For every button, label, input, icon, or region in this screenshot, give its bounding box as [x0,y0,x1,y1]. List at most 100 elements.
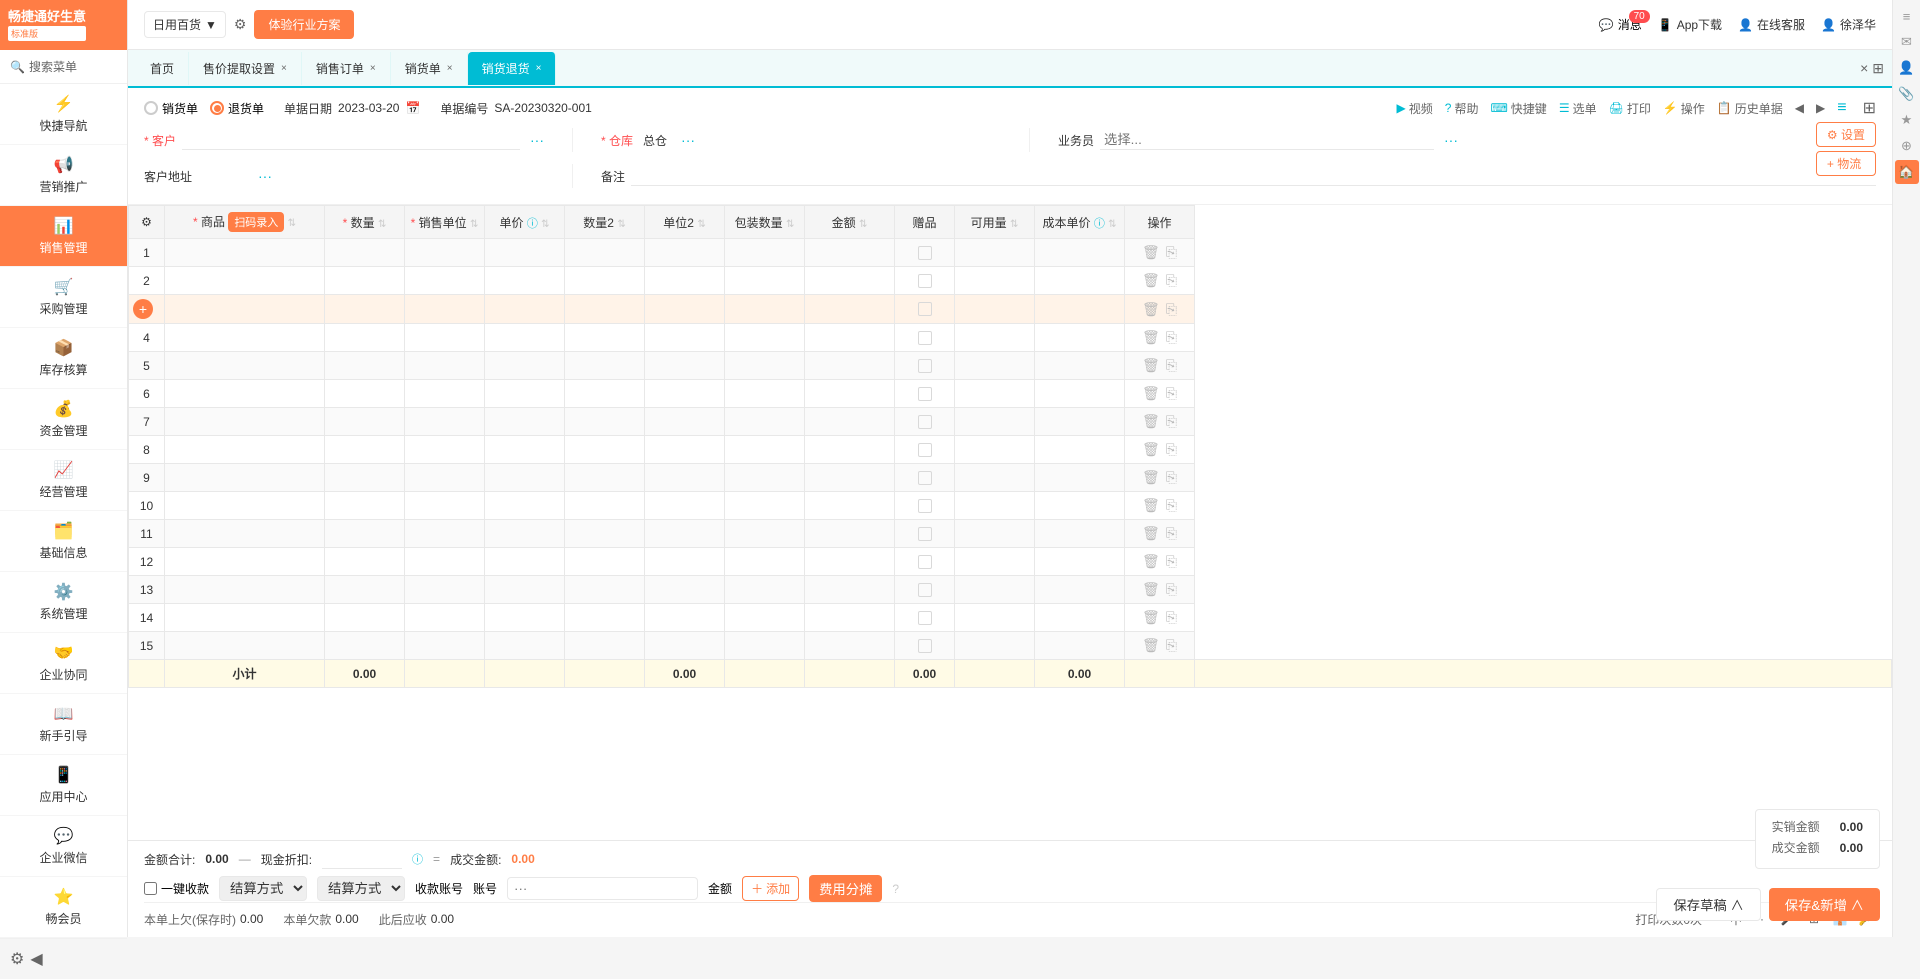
cell-price-10[interactable] [485,492,565,520]
cell-cost-2[interactable] [1035,267,1125,295]
add-row-btn[interactable]: + [133,299,153,319]
cell-price-7[interactable] [485,408,565,436]
gift-checkbox-9[interactable] [918,471,932,485]
cell-unit-8[interactable] [405,436,485,464]
cell-product-10[interactable] [165,492,325,520]
price-info-icon[interactable]: ⓘ [527,218,538,230]
cell-cost-8[interactable] [1035,436,1125,464]
cell-gift-1[interactable] [895,239,955,267]
cell-amount-7[interactable] [805,408,895,436]
cell-avail-8[interactable] [955,436,1035,464]
sidebar-item-yingxiao[interactable]: 📢 营销推广 [0,145,127,206]
delete-row-icon-5[interactable]: 🗑 [1142,357,1160,374]
cell-price-14[interactable] [485,604,565,632]
cell-qty-14[interactable] [325,604,405,632]
cell-cost-3[interactable] [1035,295,1125,324]
delete-row-icon-10[interactable]: 🗑 [1142,497,1160,514]
cell-amount-2[interactable] [805,267,895,295]
cell-unit-9[interactable] [405,464,485,492]
delete-row-icon-9[interactable]: 🗑 [1142,469,1160,486]
cell-amount-9[interactable] [805,464,895,492]
cell-pkg-9[interactable] [725,464,805,492]
cell-avail-7[interactable] [955,408,1035,436]
cell-unit-15[interactable] [405,632,485,660]
save-new-btn[interactable]: 保存&新增 ∧ [1769,888,1880,921]
avail-sort-icon[interactable]: ⇅ [1010,219,1018,230]
delete-row-icon-4[interactable]: 🗑 [1142,329,1160,346]
action-shortcut[interactable]: ⌨ 快捷键 [1490,100,1546,117]
cell-qty-15[interactable] [325,632,405,660]
cell-avail-2[interactable] [955,267,1035,295]
cost-info-icon[interactable]: ⓘ [1094,218,1105,230]
cell-cost-5[interactable] [1035,352,1125,380]
action-history[interactable]: 📋 历史单据 [1717,100,1783,117]
gift-checkbox-6[interactable] [918,387,932,401]
cell-price-9[interactable] [485,464,565,492]
cell-qty2-2[interactable] [565,267,645,295]
cell-product-14[interactable] [165,604,325,632]
gift-checkbox-11[interactable] [918,527,932,541]
gift-checkbox-14[interactable] [918,611,932,625]
experience-btn[interactable]: 体验行业方案 [254,10,354,39]
cell-unit-3[interactable] [405,295,485,324]
tab-sales-return[interactable]: 销货退货 × [468,52,557,85]
cell-gift-7[interactable] [895,408,955,436]
action-operate[interactable]: ⚡ 操作 [1663,100,1705,117]
cell-gift-5[interactable] [895,352,955,380]
cell-avail-5[interactable] [955,352,1035,380]
cell-qty2-11[interactable] [565,520,645,548]
close-all-tabs-icon[interactable]: × [1860,60,1868,76]
cell-gift-9[interactable] [895,464,955,492]
calendar-icon[interactable]: 📅 [405,101,420,115]
copy-row-icon-7[interactable]: ⎘ [1166,413,1177,430]
tab-price-close-icon[interactable]: × [281,63,287,74]
cell-pkg-14[interactable] [725,604,805,632]
cell-price-5[interactable] [485,352,565,380]
online-service-link[interactable]: 👤 在线客服 [1738,16,1805,33]
cell-cost-11[interactable] [1035,520,1125,548]
cell-amount-12[interactable] [805,548,895,576]
tab-sales-order[interactable]: 销售订单 × [302,52,391,85]
cell-unit-14[interactable] [405,604,485,632]
staff-select-icon[interactable]: ··· [1444,132,1458,148]
cell-qty-3[interactable] [325,295,405,324]
action-select[interactable]: ☰ 选单 [1559,100,1597,117]
gift-checkbox-12[interactable] [918,555,932,569]
radio-delivery[interactable]: 销货单 [144,100,198,117]
gift-checkbox-3[interactable] [918,302,932,316]
cell-unit2-15[interactable] [645,632,725,660]
cell-qty-10[interactable] [325,492,405,520]
cell-pkg-8[interactable] [725,436,805,464]
cell-unit2-4[interactable] [645,324,725,352]
cell-product-4[interactable] [165,324,325,352]
cell-unit2-6[interactable] [645,380,725,408]
cell-amount-8[interactable] [805,436,895,464]
cell-qty2-15[interactable] [565,632,645,660]
cell-qty-12[interactable] [325,548,405,576]
cell-qty2-14[interactable] [565,604,645,632]
cell-pkg-5[interactable] [725,352,805,380]
cell-gift-3[interactable] [895,295,955,324]
cell-product-11[interactable] [165,520,325,548]
sidebar-item-xitong[interactable]: ⚙️ 系统管理 [0,572,127,633]
cell-product-6[interactable] [165,380,325,408]
copy-row-icon-1[interactable]: ⎘ [1166,244,1177,261]
unit2-sort-icon[interactable]: ⇅ [697,219,705,230]
cell-pkg-11[interactable] [725,520,805,548]
right-icon-7[interactable]: 🏠 [1895,160,1919,184]
sidebar-item-caigou[interactable]: 🛒 采购管理 [0,267,127,328]
cell-product-3[interactable] [165,295,325,324]
cell-qty2-5[interactable] [565,352,645,380]
amount-sort-icon[interactable]: ⇅ [859,219,867,230]
cell-pkg-15[interactable] [725,632,805,660]
cell-unit2-7[interactable] [645,408,725,436]
delete-row-icon-14[interactable]: 🗑 [1142,609,1160,626]
delete-row-icon-2[interactable]: 🗑 [1142,272,1160,289]
right-icon-5[interactable]: ★ [1895,108,1919,132]
cell-unit-11[interactable] [405,520,485,548]
product-input-3[interactable] [169,300,320,319]
one-click-pay-input[interactable] [144,882,157,895]
cell-amount-15[interactable] [805,632,895,660]
gift-checkbox-7[interactable] [918,415,932,429]
copy-row-icon-2[interactable]: ⎘ [1166,272,1177,289]
